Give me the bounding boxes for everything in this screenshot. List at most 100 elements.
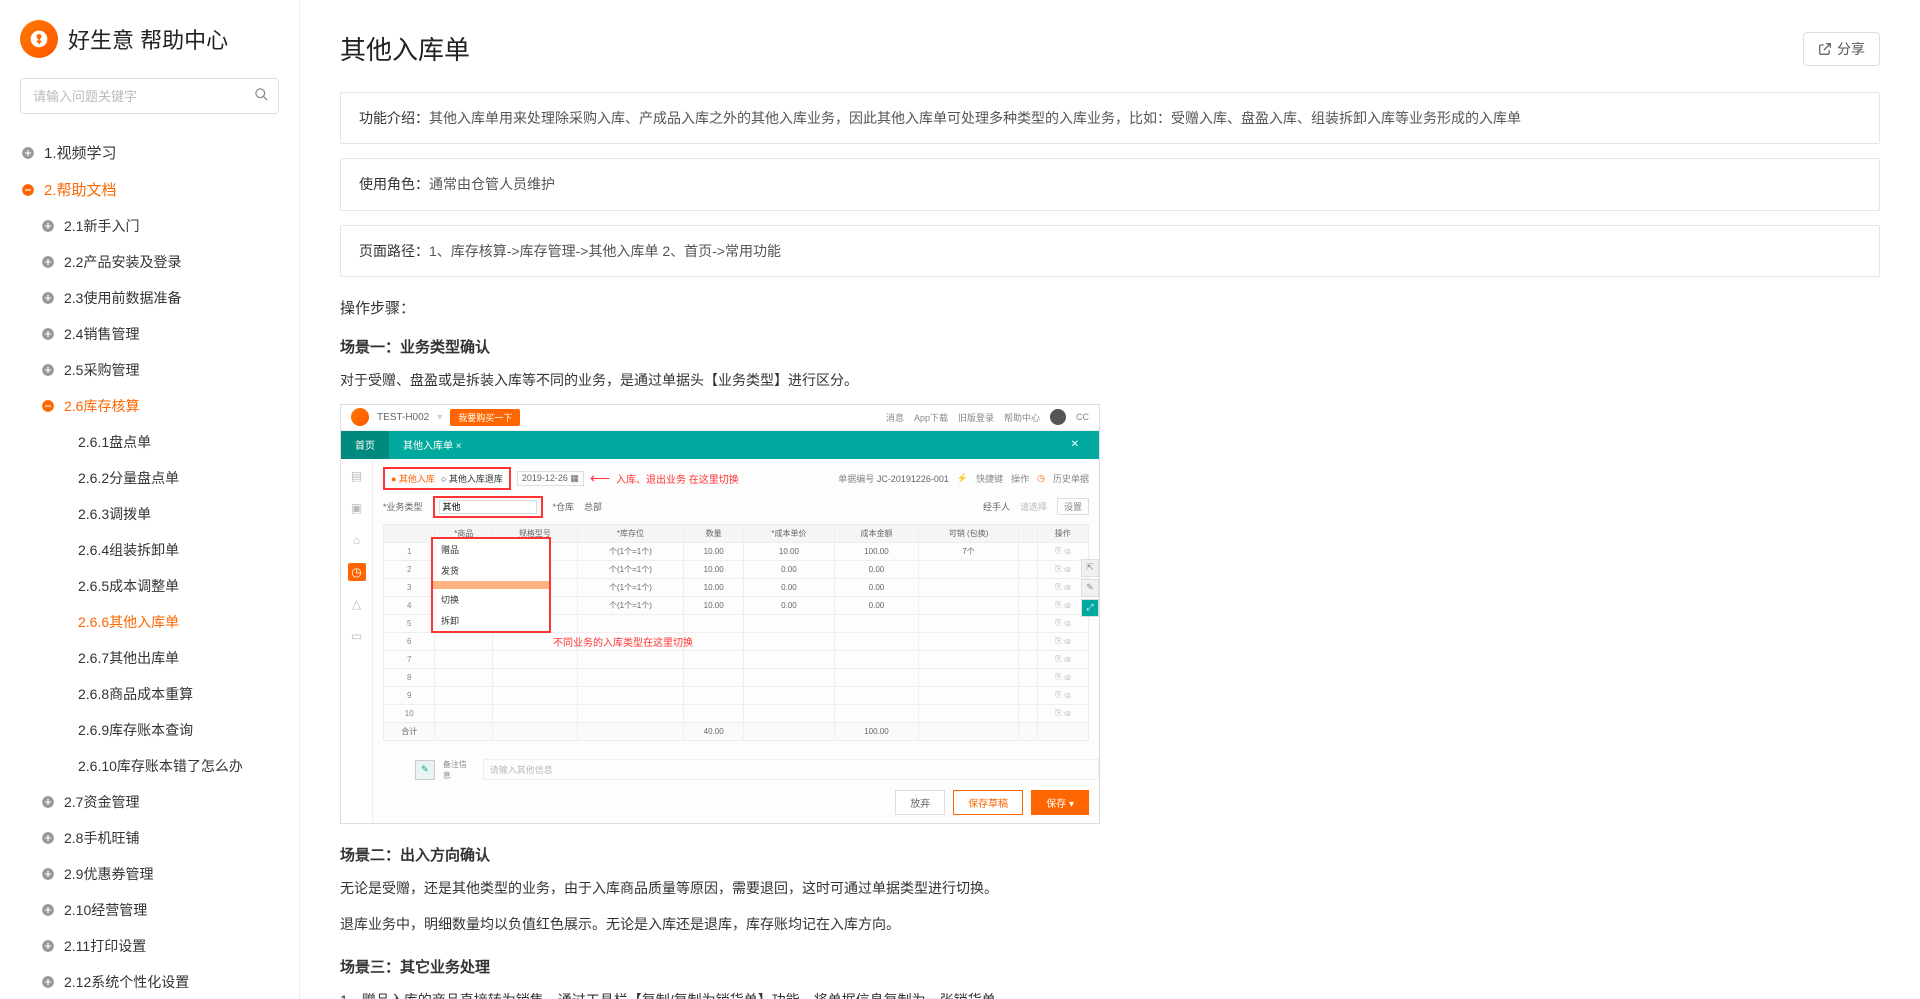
ss-dd-opt[interactable]: 赠品 [433, 539, 549, 560]
ss-tabs-close-icon[interactable]: ✕ [1057, 431, 1093, 459]
ss-dropdown-menu: 赠品 发货 切换 拆卸 [431, 537, 551, 633]
ss-th [1019, 524, 1038, 542]
ss-settings-button[interactable]: 设置 [1057, 498, 1089, 515]
scene3-text: 1、赠品入库的商品直接转为销售。通过工具栏【复制/复制为销货单】功能，将单据信息… [340, 987, 1880, 999]
ss-nav-icon[interactable]: △ [348, 595, 366, 613]
sidebar-item[interactable]: 2.7资金管理 [20, 784, 279, 820]
ss-tab-doc[interactable]: 其他入库单 × [389, 431, 476, 459]
role-label: 使用角色： [359, 176, 429, 192]
ss-avatar-icon[interactable] [1050, 409, 1066, 425]
sidebar-item-label: 2.1新手入门 [64, 216, 139, 236]
ss-dd-opt[interactable] [433, 581, 549, 589]
ss-dd-opt[interactable]: 拆卸 [433, 610, 549, 631]
sidebar-item[interactable]: 2.6.1盘点单 [20, 424, 279, 460]
ss-th: 操作 [1037, 524, 1089, 542]
steps-heading: 操作步骤： [340, 297, 1880, 318]
sidebar-item[interactable]: 2.8手机旺铺 [20, 820, 279, 856]
ss-save-button[interactable]: 保存 ▾ [1031, 790, 1089, 815]
sidebar-item-label: 2.3使用前数据准备 [64, 288, 181, 308]
expand-icon [40, 902, 56, 918]
ss-discard-button[interactable]: 放弃 [895, 790, 945, 815]
ss-draft-button[interactable]: 保存草稿 [953, 790, 1023, 815]
table-row[interactable]: 6⎘ ⌫ [384, 632, 1089, 650]
search-box [20, 78, 279, 114]
sidebar-item[interactable]: 2.6.8商品成本重算 [20, 676, 279, 712]
sidebar-item[interactable]: 2.6.2分量盘点单 [20, 460, 279, 496]
sidebar-item[interactable]: 2.6.4组装拆卸单 [20, 532, 279, 568]
brand-logo-icon [20, 20, 58, 58]
sidebar-item[interactable]: 2.10经营管理 [20, 892, 279, 928]
sidebar-item[interactable]: 2.2产品安装及登录 [20, 244, 279, 280]
sidebar-item[interactable]: 2.3使用前数据准备 [20, 280, 279, 316]
ss-label-maker: 经手人 [983, 500, 1010, 513]
sidebar-item[interactable]: 2.6.7其他出库单 [20, 640, 279, 676]
ss-nav-icon[interactable]: ▤ [348, 467, 366, 485]
expand-icon [40, 830, 56, 846]
sidebar-item[interactable]: 2.帮助文档 [20, 171, 279, 208]
ss-link-app[interactable]: App下载 [914, 411, 948, 424]
sidebar-item[interactable]: 2.6.5成本调整单 [20, 568, 279, 604]
ss-nav-icon[interactable]: ⌂ [348, 531, 366, 549]
scene2-title: 场景二：出入方向确认 [340, 844, 1880, 865]
sidebar-item[interactable]: 2.9优惠券管理 [20, 856, 279, 892]
ss-nav-icon[interactable]: ▭ [348, 627, 366, 645]
ss-link-help[interactable]: 帮助中心 [1004, 411, 1040, 424]
ss-buy-button[interactable]: 我要购买一下 [450, 409, 520, 426]
sidebar-item[interactable]: 2.12系统个性化设置 [20, 964, 279, 999]
ss-nav-icon[interactable]: ◷ [348, 563, 366, 581]
ss-dd-opt[interactable]: 切换 [433, 589, 549, 610]
ss-annotation-2: 不同业务的入库类型在这里切换 [553, 634, 693, 649]
ss-tab-home[interactable]: 首页 [341, 431, 389, 459]
ss-tabs: 首页 其他入库单 × ✕ [341, 431, 1099, 459]
ss-logo-icon [351, 408, 369, 426]
search-input[interactable] [20, 78, 279, 114]
sidebar-item[interactable]: 2.11打印设置 [20, 928, 279, 964]
intro-label: 功能介绍： [359, 110, 429, 126]
ss-radio-in[interactable]: ● 其他入库 [391, 472, 435, 485]
ss-date-input[interactable]: 2019-12-26 ▦ [517, 471, 584, 486]
scene1-text: 对于受赠、盘盈或是拆装入库等不同的业务，是通过单据头【业务类型】进行区分。 [340, 367, 1880, 394]
sidebar-item[interactable]: 2.6.6其他入库单 [20, 604, 279, 640]
ss-tool-icon[interactable]: ✎ [1081, 579, 1099, 597]
expand-icon [40, 938, 56, 954]
table-row[interactable]: 8⎘ ⌫ [384, 668, 1089, 686]
sidebar-item[interactable]: 2.4销售管理 [20, 316, 279, 352]
sidebar-item-label: 2.6.3调拨单 [78, 504, 151, 524]
ss-maker-select[interactable]: 请选择 [1020, 500, 1047, 513]
ss-th [384, 524, 435, 542]
ss-link-ops[interactable]: 操作 [1011, 472, 1029, 485]
ss-biztype-input[interactable] [439, 500, 537, 514]
sidebar-item[interactable]: 2.6库存核算 [20, 388, 279, 424]
table-row[interactable]: 7⎘ ⌫ [384, 650, 1089, 668]
ss-link-history[interactable]: 历史单据 [1053, 472, 1089, 485]
ss-radio-return[interactable]: ○ 其他入库退库 [441, 472, 503, 485]
sidebar-item[interactable]: 2.1新手入门 [20, 208, 279, 244]
page-title: 其他入库单 [340, 30, 470, 67]
search-icon[interactable] [254, 87, 269, 105]
share-button[interactable]: 分享 [1803, 32, 1880, 66]
sidebar-item[interactable]: 1.视频学习 [20, 134, 279, 171]
ss-dd-opt[interactable]: 发货 [433, 560, 549, 581]
ss-biztype-dropdown[interactable] [433, 496, 543, 518]
sidebar-item[interactable]: 2.6.10库存账本错了怎么办 [20, 748, 279, 784]
ss-link-old[interactable]: 旧版登录 [958, 411, 994, 424]
ss-nav-icon[interactable]: ▣ [348, 499, 366, 517]
table-row[interactable]: 10⎘ ⌫ [384, 704, 1089, 722]
collapse-icon [20, 182, 36, 198]
ss-note-input[interactable]: 请输入其他信息 [483, 759, 1099, 780]
sidebar-item[interactable]: 2.6.9库存账本查询 [20, 712, 279, 748]
sidebar-item-label: 2.8手机旺铺 [64, 828, 139, 848]
sidebar-item-label: 2.12系统个性化设置 [64, 972, 189, 992]
ss-wh-value[interactable]: 总部 [584, 500, 602, 513]
sidebar-item-label: 2.6.9库存账本查询 [78, 720, 193, 740]
intro-text: 其他入库单用来处理除采购入库、产成品入库之外的其他入库业务，因此其他入库单可处理… [429, 110, 1521, 126]
sidebar-item[interactable]: 2.6.3调拨单 [20, 496, 279, 532]
path-card: 页面路径：1、库存核算->库存管理->其他入库单 2、首页->常用功能 [340, 225, 1880, 277]
sidebar-item-label: 2.6.5成本调整单 [78, 576, 179, 596]
ss-link-shortcut[interactable]: 快捷键 [976, 472, 1003, 485]
sidebar-item[interactable]: 2.5采购管理 [20, 352, 279, 388]
ss-tool-icon[interactable]: ⇱ [1081, 559, 1099, 577]
ss-link-msg[interactable]: 消息 [886, 411, 904, 424]
table-row[interactable]: 9⎘ ⌫ [384, 686, 1089, 704]
ss-tool-icon[interactable]: ⤢ [1081, 599, 1099, 617]
